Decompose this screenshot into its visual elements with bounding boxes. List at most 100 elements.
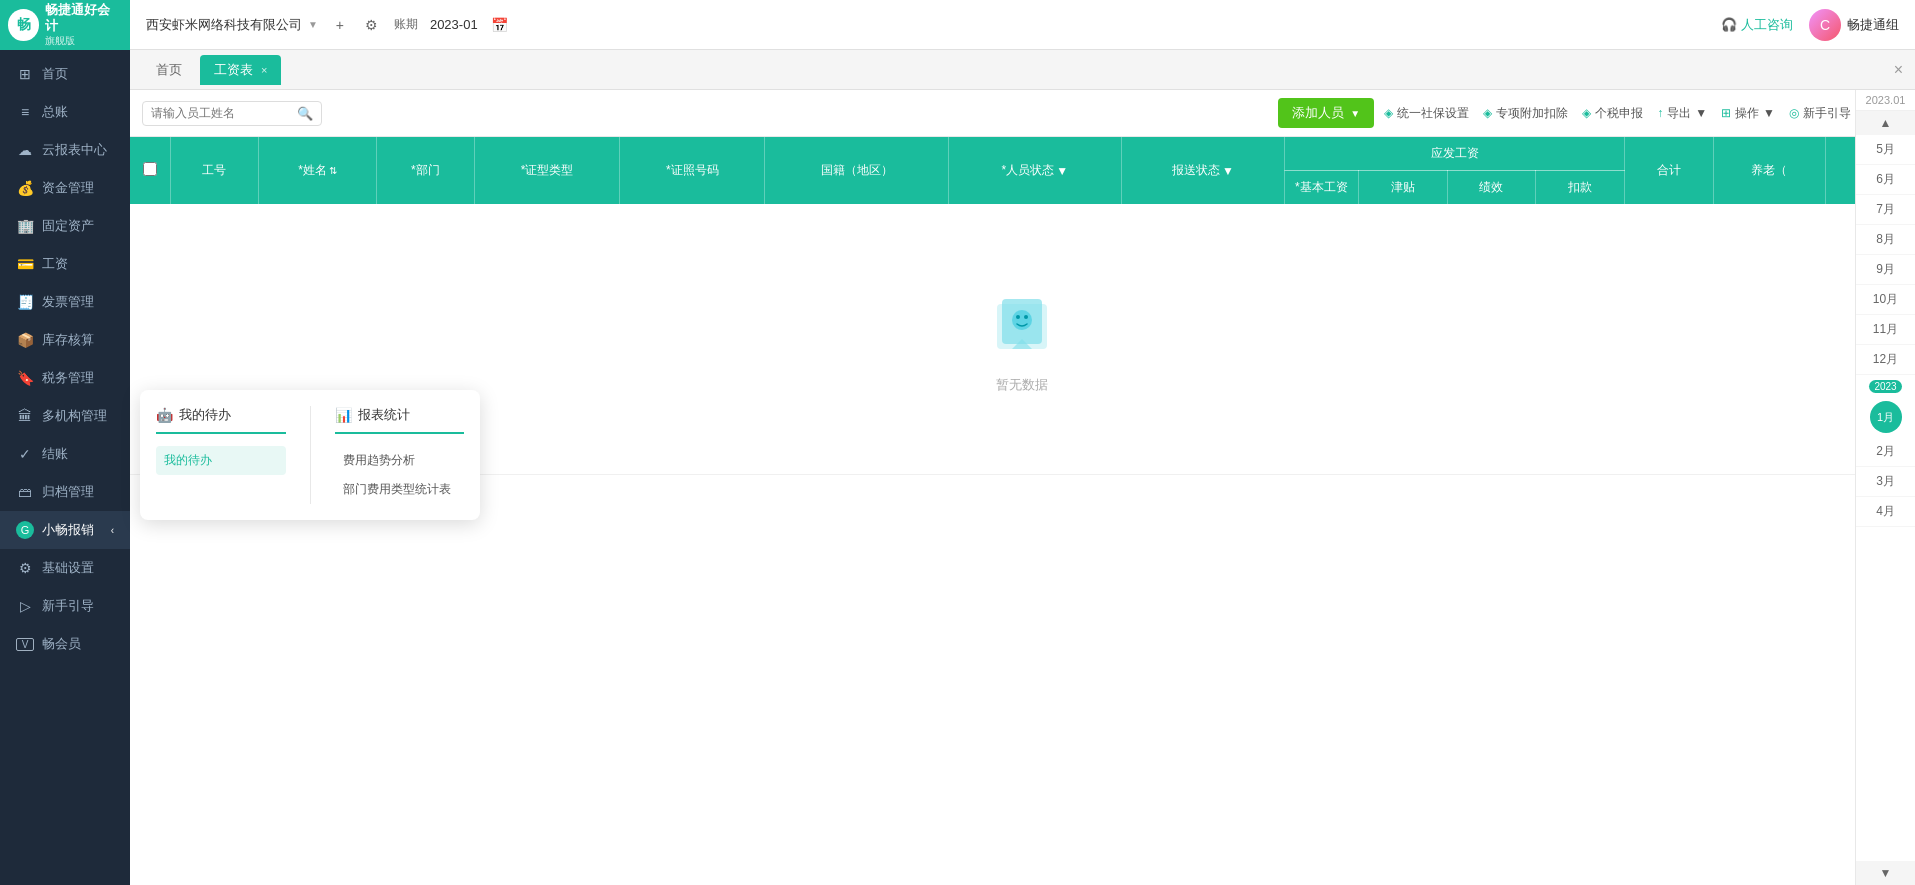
archive-icon: 🗃	[16, 484, 34, 500]
tab-bar-close-btn[interactable]: ×	[1894, 61, 1903, 79]
col-allowance: 津贴	[1358, 171, 1447, 205]
ledger-icon: ≡	[16, 104, 34, 120]
sidebar-arrow-xiaochang: ‹	[111, 525, 114, 536]
service-btn[interactable]: 🎧 人工咨询	[1721, 16, 1793, 34]
sidebar-nav: ⊞ 首页 ≡ 总账 ☁ 云报表中心 💰 资金管理 🏢 固定资产 💳 工资 🧾 发…	[0, 50, 130, 885]
month-item-6[interactable]: 6月	[1856, 165, 1915, 195]
operations-btn[interactable]: ⊞ 操作 ▼	[1721, 105, 1775, 122]
month-item-12[interactable]: 12月	[1856, 345, 1915, 375]
company-name: 西安虾米网络科技有限公司	[146, 16, 302, 34]
header-right: 🎧 人工咨询 C 畅捷通组	[1721, 9, 1899, 41]
multi-org-icon: 🏛	[16, 408, 34, 424]
sidebar-label-cloud: 云报表中心	[42, 141, 107, 159]
sidebar-item-home[interactable]: ⊞ 首页	[0, 55, 130, 93]
guide-btn[interactable]: ◎ 新手引导	[1789, 105, 1851, 122]
tab-salary-table[interactable]: 工资表 ×	[200, 55, 281, 85]
month-item-2[interactable]: 2月	[1856, 437, 1915, 467]
col-nationality: 国籍（地区）	[765, 137, 948, 204]
tab-close-icon[interactable]: ×	[261, 64, 267, 76]
todo-col-icon: 🤖	[156, 407, 173, 423]
month-item-7[interactable]: 7月	[1856, 195, 1915, 225]
tax-report-btn[interactable]: ◈ 个税申报	[1582, 105, 1643, 122]
sidebar-item-checkout[interactable]: ✓ 结账	[0, 435, 130, 473]
sidebar-item-multi-org[interactable]: 🏛 多机构管理	[0, 397, 130, 435]
sidebar-item-xiaochang[interactable]: G 小畅报销 ‹	[0, 511, 130, 549]
add-company-btn[interactable]: +	[330, 15, 350, 35]
toolbar: 🔍 添加人员 ▼ ◈ 统一社保设置 ◈ 专项附加扣除 ◈ 个税申报 ↑ 导出 ▼	[130, 90, 1915, 137]
month-item-5[interactable]: 5月	[1856, 135, 1915, 165]
month-item-8[interactable]: 8月	[1856, 225, 1915, 255]
user-info[interactable]: C 畅捷通组	[1809, 9, 1899, 41]
person-status-filter-icon[interactable]: ▼	[1056, 164, 1068, 178]
sidebar-item-ledger[interactable]: ≡ 总账	[0, 93, 130, 131]
sidebar-label-tax: 税务管理	[42, 369, 94, 387]
month-item-9[interactable]: 9月	[1856, 255, 1915, 285]
add-person-dropdown-icon: ▼	[1350, 108, 1360, 119]
report-status-filter-icon[interactable]: ▼	[1222, 164, 1234, 178]
search-box: 🔍	[142, 101, 322, 126]
popup-columns: 🤖 我的待办 我的待办 📊 报表统计 费用趋势分析 部门费用类型统计表	[156, 406, 464, 504]
search-input[interactable]	[151, 106, 291, 120]
sidebar-item-basic[interactable]: ⚙ 基础设置	[0, 549, 130, 587]
popup-item-dept-cost[interactable]: 部门费用类型统计表	[335, 475, 465, 504]
popup-divider	[310, 406, 311, 504]
sidebar-item-inventory[interactable]: 📦 库存核算	[0, 321, 130, 359]
select-all-checkbox[interactable]	[143, 162, 157, 176]
sidebar-item-fixed-assets[interactable]: 🏢 固定资产	[0, 207, 130, 245]
headset-icon: 🎧	[1721, 17, 1737, 32]
special-deduction-btn[interactable]: ◈ 专项附加扣除	[1483, 105, 1568, 122]
fund-icon: 💰	[16, 180, 34, 196]
calendar-btn[interactable]: 📅	[490, 15, 510, 35]
col-id: 工号	[170, 137, 259, 204]
month-item-3[interactable]: 3月	[1856, 467, 1915, 497]
popup-menu: 🤖 我的待办 我的待办 📊 报表统计 费用趋势分析 部门费用类型统计表	[140, 390, 480, 520]
sidebar-label-fixed: 固定资产	[42, 217, 94, 235]
col-id-type: *证型类型	[474, 137, 619, 204]
popup-item-cost-trend[interactable]: 费用趋势分析	[335, 446, 465, 475]
sidebar-item-membership[interactable]: V 畅会员	[0, 625, 130, 663]
salary-icon: 💳	[16, 256, 34, 272]
operations-icon: ⊞	[1721, 106, 1731, 120]
month-item-10[interactable]: 10月	[1856, 285, 1915, 315]
tax-icon: 🔖	[16, 370, 34, 386]
popup-col-report-label: 报表统计	[358, 406, 410, 424]
cloud-icon: ☁	[16, 142, 34, 158]
export-btn[interactable]: ↑ 导出 ▼	[1657, 105, 1707, 122]
company-dropdown-icon: ▼	[308, 19, 318, 30]
month-scroll-up-btn[interactable]: ▲	[1856, 111, 1915, 135]
special-icon: ◈	[1483, 106, 1492, 120]
add-person-btn[interactable]: 添加人员 ▼	[1278, 98, 1374, 128]
logo-title: 畅捷通好会计	[45, 2, 122, 33]
popup-item-my-todo[interactable]: 我的待办	[156, 446, 286, 475]
sidebar-label-xiaochang: 小畅报销	[42, 521, 94, 539]
col-report-status: 报送状态▼	[1121, 137, 1284, 204]
sidebar-label-basic: 基础设置	[42, 559, 94, 577]
settings-btn[interactable]: ⚙	[362, 15, 382, 35]
social-insurance-btn[interactable]: ◈ 统一社保设置	[1384, 105, 1469, 122]
month-item-11[interactable]: 11月	[1856, 315, 1915, 345]
export-label: 导出	[1667, 105, 1691, 122]
logo-icon: 畅	[8, 9, 39, 41]
sidebar-item-archive[interactable]: 🗃 归档管理	[0, 473, 130, 511]
svg-point-3	[1016, 315, 1020, 319]
sidebar-item-cloud-report[interactable]: ☁ 云报表中心	[0, 131, 130, 169]
add-person-label: 添加人员	[1292, 104, 1344, 122]
home-icon: ⊞	[16, 66, 34, 82]
sidebar-item-invoice[interactable]: 🧾 发票管理	[0, 283, 130, 321]
user-name: 畅捷通组	[1847, 16, 1899, 34]
month-scroll-down-btn[interactable]: ▼	[1856, 861, 1915, 885]
sidebar-item-tax[interactable]: 🔖 税务管理	[0, 359, 130, 397]
sidebar-item-fund[interactable]: 💰 资金管理	[0, 169, 130, 207]
sidebar-label-invoice: 发票管理	[42, 293, 94, 311]
export-arrow-icon: ▼	[1695, 106, 1707, 120]
sidebar-item-salary[interactable]: 💳 工资	[0, 245, 130, 283]
month-item-4[interactable]: 4月	[1856, 497, 1915, 527]
month-item-1-current[interactable]: 1月	[1856, 397, 1915, 437]
tab-home[interactable]: 首页	[142, 55, 196, 85]
name-sort-icon[interactable]: ⇅	[329, 165, 337, 176]
sidebar-item-guide[interactable]: ▷ 新手引导	[0, 587, 130, 625]
col-checkbox[interactable]	[130, 137, 170, 204]
col-pension: 养老（	[1713, 137, 1825, 204]
sidebar-label-inventory: 库存核算	[42, 331, 94, 349]
company-selector[interactable]: 西安虾米网络科技有限公司 ▼	[146, 16, 318, 34]
